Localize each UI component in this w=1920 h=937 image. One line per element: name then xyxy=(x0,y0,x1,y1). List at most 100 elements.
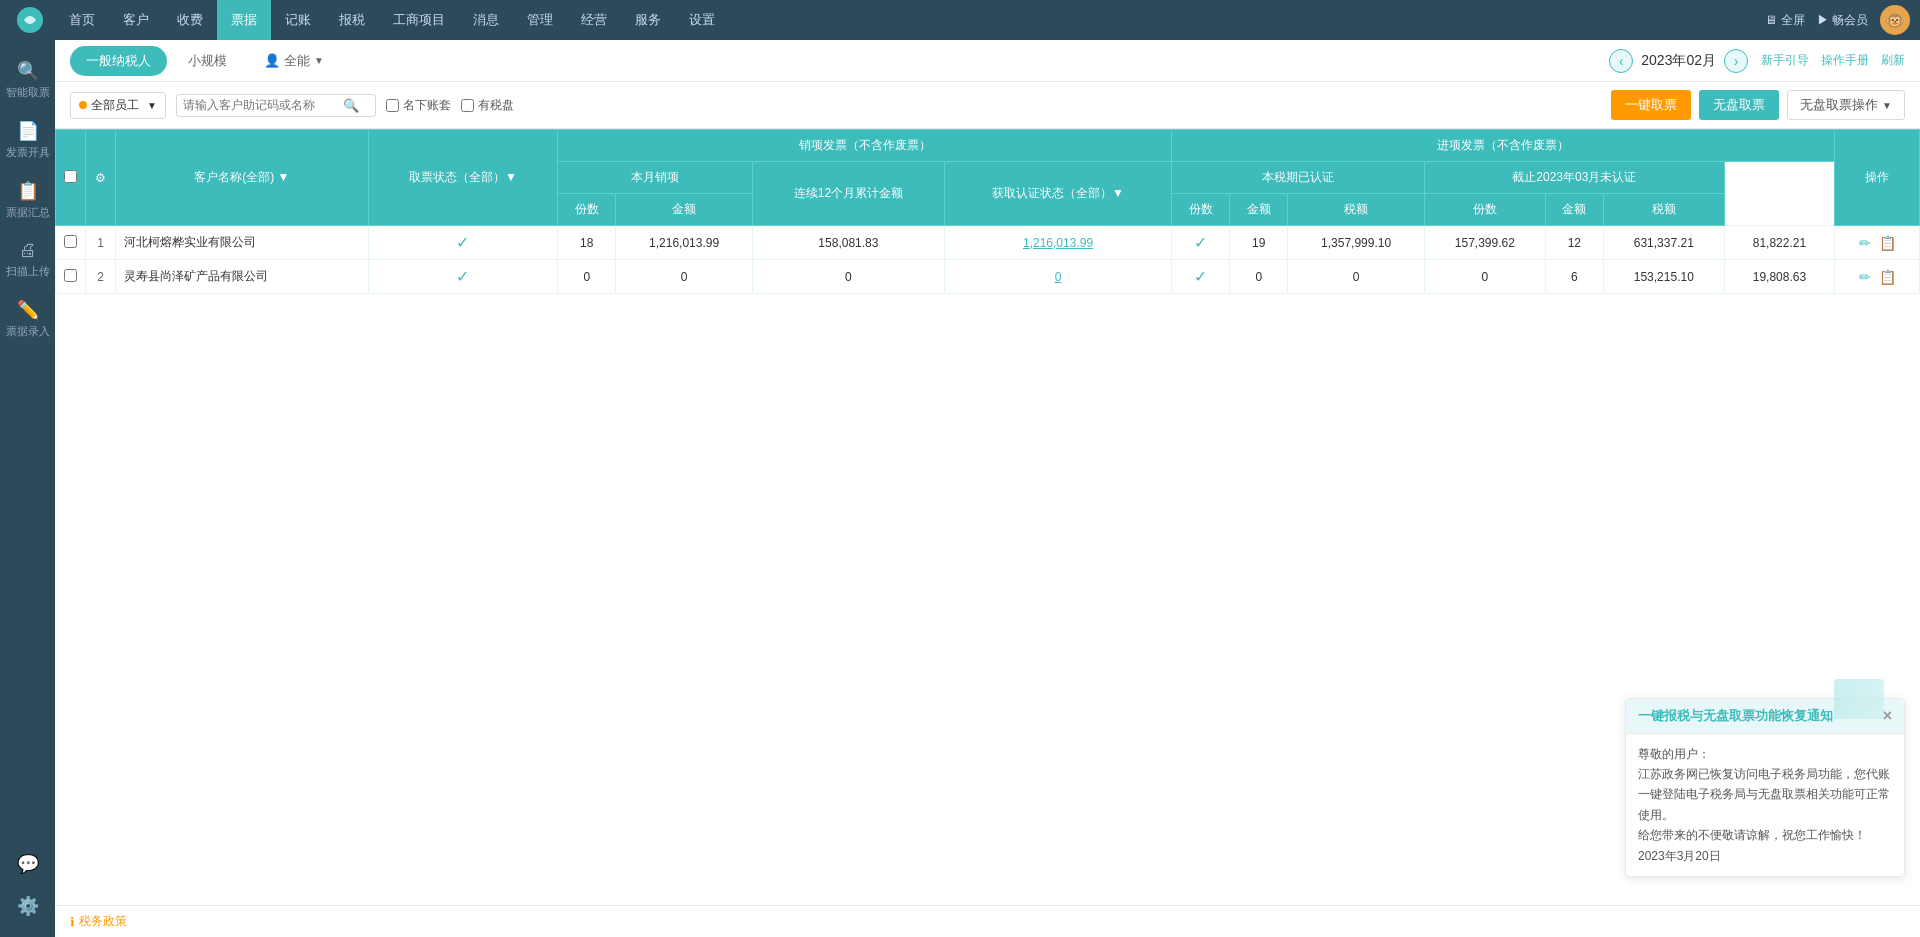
refresh-btn[interactable]: 刷新 xyxy=(1881,52,1905,69)
entry-icon: ✏️ xyxy=(17,299,39,321)
col-cert-amount: 金额 xyxy=(1230,194,1288,226)
row2-action-icons: ✏ 📋 xyxy=(1843,269,1911,285)
notify-title: 一键报税与无盘取票功能恢复通知 xyxy=(1638,707,1833,725)
footer-bar: ℹ 税务政策 xyxy=(55,905,1920,937)
notify-close-btn[interactable]: × xyxy=(1883,707,1892,725)
main-table: ⚙ 客户名称(全部) ▼ 取票状态（全部）▼ 销项发票（不含作废票） 进项发票（… xyxy=(55,129,1920,294)
sidebar-item-open-invoice[interactable]: 📄 发票开具 xyxy=(0,110,55,170)
search-icon[interactable]: 🔍 xyxy=(343,98,359,113)
row2-cumulative: 0 xyxy=(944,260,1171,294)
row2-uncert-count: 6 xyxy=(1545,260,1603,294)
col-cert-tax: 税额 xyxy=(1288,194,1425,226)
sidebar-item-chat[interactable]: 💬 xyxy=(13,843,43,885)
row2-edit-icon[interactable]: ✏ xyxy=(1859,269,1871,285)
nav-msg[interactable]: 消息 xyxy=(459,0,513,40)
row1-company: 河北柯熔桦实业有限公司 xyxy=(116,226,369,260)
nav-settings[interactable]: 设置 xyxy=(675,0,729,40)
cumulative-link2[interactable]: 0 xyxy=(1055,270,1062,284)
chevron-down-icon: ▼ xyxy=(1882,100,1892,111)
employee-select[interactable]: 全部员工 ▼ xyxy=(70,92,166,119)
row2-cert-tax: 0 xyxy=(1424,260,1545,294)
row1-detail-icon[interactable]: 📋 xyxy=(1879,235,1896,251)
check-icon: ✓ xyxy=(456,268,469,285)
checkbox-taxdisk[interactable]: 有税盘 xyxy=(461,97,514,114)
checkbox-account-input[interactable] xyxy=(386,99,399,112)
summary-icon: 📋 xyxy=(17,180,39,202)
row2-num: 2 xyxy=(86,260,116,294)
row1-checkbox[interactable] xyxy=(64,235,77,248)
tax-policy-link[interactable]: 税务政策 xyxy=(79,913,127,930)
avatar[interactable]: 🐵 xyxy=(1880,5,1910,35)
cumulative-link[interactable]: 1,216,013.99 xyxy=(1023,236,1093,250)
no-disk-ops-btn[interactable]: 无盘取票操作 ▼ xyxy=(1787,90,1905,120)
fullscreen-btn[interactable]: 🖥 全屏 xyxy=(1765,12,1804,29)
row2-action: ✏ 📋 xyxy=(1835,260,1920,294)
sidebar-item-settings[interactable]: ⚙️ xyxy=(13,885,43,927)
nav-tax[interactable]: 报税 xyxy=(325,0,379,40)
col-uncert-tax: 税额 xyxy=(1603,194,1724,226)
nav-invoice[interactable]: 票据 xyxy=(217,0,271,40)
col-uncert-amount: 金额 xyxy=(1545,194,1603,226)
settings-icon: ⚙️ xyxy=(17,895,39,917)
row2-uncert-tax: 19,808.63 xyxy=(1724,260,1834,294)
row1-checkbox-cell xyxy=(56,226,86,260)
row2-detail-icon[interactable]: 📋 xyxy=(1879,269,1896,285)
nav-operation[interactable]: 经营 xyxy=(567,0,621,40)
col-group-header: ⚙ 客户名称(全部) ▼ 取票状态（全部）▼ 销项发票（不含作废票） 进项发票（… xyxy=(56,130,1920,162)
new-guide-btn[interactable]: 新手引导 xyxy=(1761,52,1809,69)
sidebar-item-entry[interactable]: ✏️ 票据录入 xyxy=(0,289,55,349)
select-all-checkbox[interactable] xyxy=(64,170,77,183)
nav-fee[interactable]: 收费 xyxy=(163,0,217,40)
filter-right: 一键取票 无盘取票 无盘取票操作 ▼ xyxy=(1611,90,1905,120)
col-cert-count: 份数 xyxy=(1172,194,1230,226)
sidebar-item-smart-invoice[interactable]: 🔍 智能取票 xyxy=(0,50,55,110)
config-icon[interactable]: ⚙ xyxy=(95,171,106,185)
nav-client[interactable]: 客户 xyxy=(109,0,163,40)
row1-cert-tax: 157,399.62 xyxy=(1424,226,1545,260)
prev-period-btn[interactable]: ‹ xyxy=(1609,49,1633,73)
row1-cert-status: ✓ xyxy=(1172,226,1230,260)
notify-body: 尊敬的用户： 江苏政务网已恢复访问电子税务局功能，您代账一键登陆电子税务局与无盘… xyxy=(1626,734,1904,876)
row2-checkbox[interactable] xyxy=(64,269,77,282)
search-input[interactable] xyxy=(183,98,343,112)
check-icon: ✓ xyxy=(1194,268,1207,285)
nav-mgmt[interactable]: 管理 xyxy=(513,0,567,40)
open-invoice-icon: 📄 xyxy=(17,120,39,142)
row2-sales-amount: 0 xyxy=(616,260,753,294)
nav-accounting[interactable]: 记账 xyxy=(271,0,325,40)
notify-content: 尊敬的用户： 江苏政务网已恢复访问电子税务局功能，您代账一键登陆电子税务局与无盘… xyxy=(1638,747,1890,863)
filter-bar: 全部员工 ▼ 🔍 名下账套 有税盘 一键取票 无盘取票 无盘取票操作 ▼ xyxy=(55,82,1920,129)
manual-btn[interactable]: 操作手册 xyxy=(1821,52,1869,69)
employee-label: 全部员工 xyxy=(91,97,139,114)
checkbox-account[interactable]: 名下账套 xyxy=(386,97,451,114)
nav-service[interactable]: 服务 xyxy=(621,0,675,40)
row1-num: 1 xyxy=(86,226,116,260)
col-checkbox xyxy=(56,130,86,226)
left-sidebar: 🔍 智能取票 📄 发票开具 📋 票据汇总 🖨 扫描上传 ✏️ 票据录入 💬 ⚙️ xyxy=(0,40,55,937)
next-period-btn[interactable]: › xyxy=(1724,49,1748,73)
row1-edit-icon[interactable]: ✏ xyxy=(1859,235,1871,251)
top-nav: 首页 客户 收费 票据 记账 报税 工商项目 消息 管理 经营 服务 设置 🖥 … xyxy=(0,0,1920,40)
sidebar-item-summary[interactable]: 📋 票据汇总 xyxy=(0,170,55,230)
row2-sales-status: ✓ xyxy=(368,260,558,294)
sidebar-item-scan[interactable]: 🖨 扫描上传 xyxy=(0,230,55,289)
row2-sales-tax: 0 xyxy=(752,260,944,294)
col-uncert-count: 份数 xyxy=(1424,194,1545,226)
sidebar-label-smart-invoice: 智能取票 xyxy=(6,85,50,100)
nav-business[interactable]: 工商项目 xyxy=(379,0,459,40)
tabs-nav-right: 新手引导 操作手册 刷新 xyxy=(1761,52,1905,69)
tab-all[interactable]: 👤 全能 ▼ xyxy=(248,46,340,76)
col-action: 操作 xyxy=(1835,130,1920,226)
check-icon: ✓ xyxy=(456,234,469,251)
one-click-btn[interactable]: 一键取票 xyxy=(1611,90,1691,120)
nav-home[interactable]: 首页 xyxy=(55,0,109,40)
vip-btn[interactable]: ▶ 畅会员 xyxy=(1817,12,1868,29)
col-sales-group: 销项发票（不含作废票） xyxy=(558,130,1172,162)
checkbox-taxdisk-input[interactable] xyxy=(461,99,474,112)
row1-cert-count: 19 xyxy=(1230,226,1288,260)
logo xyxy=(10,0,50,40)
no-disk-btn[interactable]: 无盘取票 xyxy=(1699,90,1779,120)
row2-cert-count: 0 xyxy=(1230,260,1288,294)
tab-general-taxpayer[interactable]: 一般纳税人 xyxy=(70,46,167,76)
tab-small-scale[interactable]: 小规模 xyxy=(172,46,243,76)
